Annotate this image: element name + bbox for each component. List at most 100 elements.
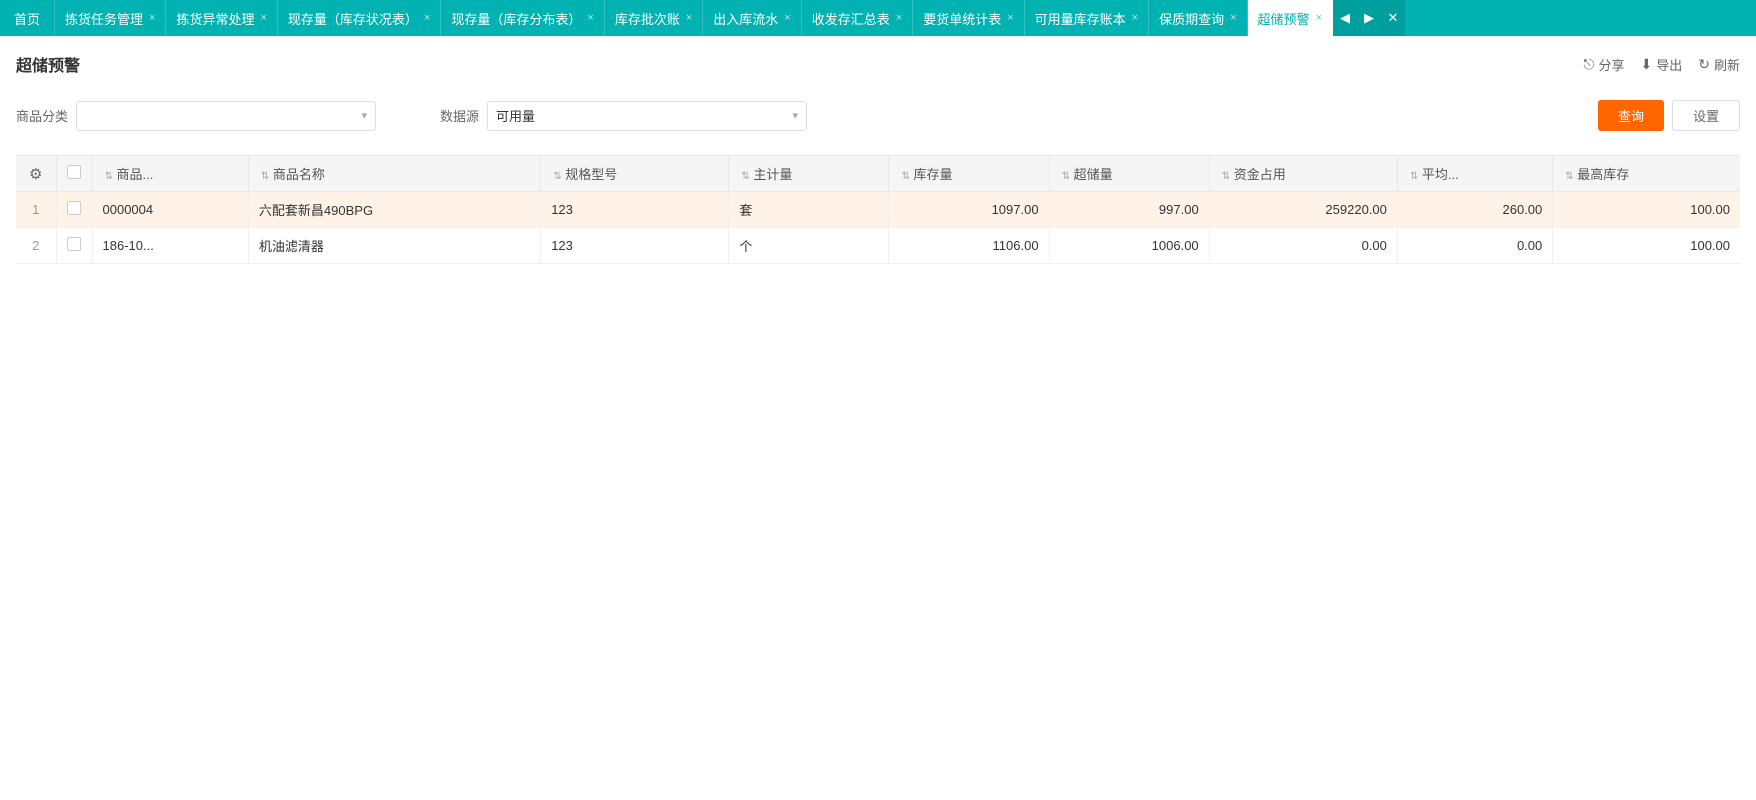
- export-icon: ⬇: [1641, 56, 1653, 73]
- sort-icon: ⇅: [261, 171, 269, 182]
- row-spec: 123: [541, 228, 729, 264]
- tab-11[interactable]: 超储预警 ×: [1248, 0, 1333, 36]
- table-header-row: ⚙ ⇅ 商品... ⇅ 商品名称 ⇅ 规格型号 ⇅: [16, 156, 1740, 192]
- close-tab-10-icon[interactable]: ×: [1230, 12, 1236, 24]
- share-button[interactable]: ⎋ 分享: [1583, 55, 1624, 74]
- nav-close-arrow[interactable]: ✕: [1381, 0, 1405, 36]
- close-tab-5-icon[interactable]: ×: [686, 12, 692, 24]
- nav-home[interactable]: 首页: [0, 0, 55, 36]
- filter-actions: 查询 设置: [1598, 100, 1740, 131]
- th-checkbox: [56, 156, 92, 192]
- th-unit[interactable]: ⇅ 主计量: [729, 156, 889, 192]
- close-tab-7-icon[interactable]: ×: [896, 12, 902, 24]
- row-checkbox-cell: [56, 192, 92, 228]
- th-stock[interactable]: ⇅ 库存量: [889, 156, 1049, 192]
- nav-prev-arrow[interactable]: ◀: [1333, 0, 1357, 36]
- row-stock: 1097.00: [889, 192, 1049, 228]
- gear-icon[interactable]: ⚙: [29, 166, 42, 183]
- table-body: 1 0000004 六配套新昌490BPG 123 套 1097.00 997.…: [16, 192, 1740, 264]
- refresh-button[interactable]: ↻ 刷新: [1698, 55, 1740, 74]
- row-max-stock: 100.00: [1553, 228, 1740, 264]
- product-category-select[interactable]: ▾: [76, 101, 376, 131]
- query-button[interactable]: 查询: [1598, 100, 1664, 131]
- row-overstock: 997.00: [1049, 192, 1209, 228]
- row-checkbox[interactable]: [67, 237, 81, 251]
- th-max-stock[interactable]: ⇅ 最高库存: [1553, 156, 1740, 192]
- row-product-code: 0000004: [92, 192, 248, 228]
- close-tab-8-icon[interactable]: ×: [1007, 12, 1013, 24]
- close-tab-2-icon[interactable]: ×: [260, 12, 266, 24]
- sort-icon: ⇅: [1062, 171, 1070, 182]
- row-index: 1: [16, 192, 56, 228]
- data-source-filter: 数据源 可用量 ▾: [440, 101, 807, 131]
- th-avg[interactable]: ⇅ 平均...: [1397, 156, 1552, 192]
- row-max-stock: 100.00: [1553, 192, 1740, 228]
- main-content: 超储预警 ⎋ 分享 ⬇ 导出 ↻ 刷新 商品分类 ▾ 数据源: [0, 36, 1756, 800]
- close-tab-9-icon[interactable]: ×: [1132, 12, 1138, 24]
- sort-icon: ⇅: [1410, 171, 1418, 182]
- data-source-select[interactable]: 可用量 ▾: [487, 101, 807, 131]
- data-source-arrow-icon: ▾: [793, 109, 799, 122]
- row-avg: 0.00: [1397, 228, 1552, 264]
- tab-6[interactable]: 出入库流水 ×: [703, 0, 801, 36]
- row-capital: 259220.00: [1209, 192, 1397, 228]
- top-nav: 首页 拣货任务管理 × 拣货异常处理 × 现存量（库存状况表） × 现存量（库存…: [0, 0, 1756, 36]
- th-capital[interactable]: ⇅ 资金占用: [1209, 156, 1397, 192]
- th-gear: ⚙: [16, 156, 56, 192]
- row-stock: 1106.00: [889, 228, 1049, 264]
- close-tab-1-icon[interactable]: ×: [149, 12, 155, 24]
- sort-icon: ⇅: [1565, 171, 1573, 182]
- filter-row: 商品分类 ▾ 数据源 可用量 ▾ 查询 设置: [16, 92, 1740, 139]
- close-tab-4-icon[interactable]: ×: [587, 12, 593, 24]
- th-product-name[interactable]: ⇅ 商品名称: [248, 156, 540, 192]
- data-source-value: 可用量: [496, 106, 535, 125]
- row-product-name: 机油滤清器: [248, 228, 540, 264]
- share-icon: ⎋: [1583, 56, 1594, 73]
- row-index: 2: [16, 228, 56, 264]
- header-actions: ⎋ 分享 ⬇ 导出 ↻ 刷新: [1583, 55, 1740, 74]
- sort-icon: ⇅: [1222, 171, 1230, 182]
- page-title: 超储预警: [16, 52, 80, 76]
- tab-4[interactable]: 现存量（库存分布表） ×: [441, 0, 604, 36]
- settings-button[interactable]: 设置: [1672, 100, 1740, 131]
- sort-icon: ⇅: [901, 171, 909, 182]
- tab-3[interactable]: 现存量（库存状况表） ×: [278, 0, 441, 36]
- tab-9[interactable]: 可用量库存账本 ×: [1025, 0, 1149, 36]
- data-table: ⚙ ⇅ 商品... ⇅ 商品名称 ⇅ 规格型号 ⇅: [16, 155, 1740, 264]
- product-category-filter: 商品分类 ▾: [16, 101, 376, 131]
- tab-2[interactable]: 拣货异常处理 ×: [166, 0, 277, 36]
- refresh-icon: ↻: [1698, 56, 1710, 73]
- product-category-label: 商品分类: [16, 106, 68, 125]
- tab-1[interactable]: 拣货任务管理 ×: [55, 0, 166, 36]
- close-tab-6-icon[interactable]: ×: [784, 12, 790, 24]
- row-unit: 套: [729, 192, 889, 228]
- sort-icon: ⇅: [105, 171, 113, 182]
- row-product-code: 186-10...: [92, 228, 248, 264]
- close-tab-3-icon[interactable]: ×: [424, 12, 430, 24]
- th-overstock[interactable]: ⇅ 超储量: [1049, 156, 1209, 192]
- header-checkbox[interactable]: [67, 165, 81, 179]
- row-product-name: 六配套新昌490BPG: [248, 192, 540, 228]
- data-source-label: 数据源: [440, 106, 479, 125]
- tab-5[interactable]: 库存批次账 ×: [605, 0, 703, 36]
- th-product-code[interactable]: ⇅ 商品...: [92, 156, 248, 192]
- row-unit: 个: [729, 228, 889, 264]
- nav-next-arrow[interactable]: ▶: [1357, 0, 1381, 36]
- row-overstock: 1006.00: [1049, 228, 1209, 264]
- table-row: 2 186-10... 机油滤清器 123 个 1106.00 1006.00 …: [16, 228, 1740, 264]
- th-spec[interactable]: ⇅ 规格型号: [541, 156, 729, 192]
- table-row: 1 0000004 六配套新昌490BPG 123 套 1097.00 997.…: [16, 192, 1740, 228]
- sort-icon: ⇅: [741, 171, 749, 182]
- row-spec: 123: [541, 192, 729, 228]
- row-checkbox[interactable]: [67, 201, 81, 215]
- row-checkbox-cell: [56, 228, 92, 264]
- product-category-arrow-icon: ▾: [361, 109, 367, 122]
- tab-8[interactable]: 要货单统计表 ×: [913, 0, 1024, 36]
- row-avg: 260.00: [1397, 192, 1552, 228]
- page-header: 超储预警 ⎋ 分享 ⬇ 导出 ↻ 刷新: [16, 52, 1740, 76]
- sort-icon: ⇅: [553, 171, 561, 182]
- tab-7[interactable]: 收发存汇总表 ×: [802, 0, 913, 36]
- export-button[interactable]: ⬇ 导出: [1641, 55, 1683, 74]
- close-tab-11-icon[interactable]: ×: [1316, 12, 1322, 24]
- tab-10[interactable]: 保质期查询 ×: [1149, 0, 1247, 36]
